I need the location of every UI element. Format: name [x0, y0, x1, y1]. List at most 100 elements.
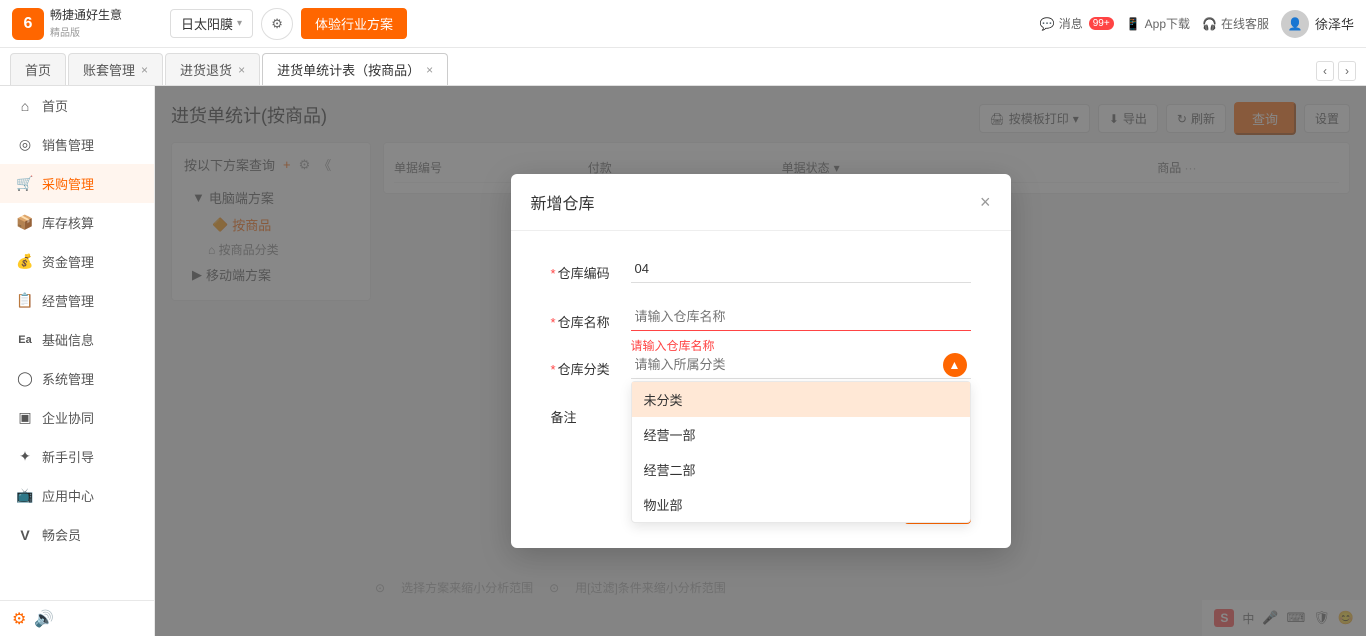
- sidebar-newbie-label: 新手引导: [42, 447, 94, 466]
- settings-button[interactable]: ⚙: [261, 8, 293, 40]
- name-label: 仓库名称: [551, 304, 631, 331]
- newbie-icon: ✦: [16, 448, 34, 466]
- sidebar-home-label: 首页: [42, 96, 68, 115]
- tab-bar: 首页 账套管理 × 进货退货 × 进货单统计表（按商品） × ‹ ›: [0, 48, 1366, 86]
- name-input[interactable]: [631, 303, 971, 331]
- sidebar-sales-label: 销售管理: [42, 135, 94, 154]
- tab-purchase-return-close[interactable]: ×: [238, 63, 245, 77]
- sidebar-appcenter-label: 应用中心: [42, 486, 94, 505]
- dropdown-item-2[interactable]: 经营二部: [632, 452, 970, 487]
- sidebar-inventory-label: 库存核算: [42, 213, 94, 232]
- tab-home[interactable]: 首页: [10, 53, 66, 85]
- category-dropdown: 未分类 经营一部 经营二部 物业部: [631, 381, 971, 523]
- app-download-button[interactable]: 📱 App下载: [1126, 15, 1190, 32]
- enterprise-icon: ▣: [16, 409, 34, 427]
- message-button[interactable]: 💬 消息 99+: [1040, 15, 1114, 32]
- logo-name: 畅捷通好生意: [50, 8, 122, 24]
- trial-button[interactable]: 体验行业方案: [301, 8, 407, 39]
- code-input[interactable]: [631, 255, 971, 283]
- dropdown-item-1[interactable]: 经营一部: [632, 417, 970, 452]
- tab-nav-buttons: ‹ ›: [1316, 61, 1356, 81]
- store-name: 日太阳膜: [181, 14, 233, 33]
- sidebar-gear-icon[interactable]: ⚙: [12, 609, 26, 629]
- sidebar-item-home[interactable]: ⌂ 首页: [0, 86, 154, 125]
- sidebar-finance-label: 资金管理: [42, 252, 94, 271]
- code-row: 仓库编码: [551, 255, 971, 283]
- user-area[interactable]: 👤 徐泽华: [1281, 10, 1354, 38]
- sidebar-item-finance[interactable]: 💰 资金管理: [0, 242, 154, 281]
- sidebar-system-label: 系统管理: [42, 369, 94, 388]
- sidebar-member-label: 畅会员: [42, 525, 81, 544]
- modal-overlay: 新增仓库 × 仓库编码 仓库名称 请输入仓库名称: [155, 86, 1366, 636]
- name-row: 仓库名称 请输入仓库名称: [551, 303, 971, 331]
- category-toggle-button[interactable]: ▲: [943, 353, 967, 377]
- logo-area: 6 畅捷通好生意 精品版: [12, 8, 162, 40]
- sidebar-basic-label: 基础信息: [42, 330, 94, 349]
- message-label: 消息: [1059, 15, 1083, 32]
- tab-account-label: 账套管理: [83, 60, 135, 79]
- tab-stats[interactable]: 进货单统计表（按商品） ×: [262, 53, 448, 85]
- tab-stats-label: 进货单统计表（按商品）: [277, 60, 420, 79]
- tab-purchase-return[interactable]: 进货退货 ×: [165, 53, 260, 85]
- tab-purchase-return-label: 进货退货: [180, 60, 232, 79]
- new-warehouse-dialog: 新增仓库 × 仓库编码 仓库名称 请输入仓库名称: [511, 174, 1011, 548]
- sidebar-item-enterprise[interactable]: ▣ 企业协同: [0, 398, 154, 437]
- sidebar-operation-label: 经营管理: [42, 291, 94, 310]
- code-label: 仓库编码: [551, 255, 631, 282]
- message-badge: 99+: [1089, 17, 1114, 30]
- sidebar-bottom: ⚙ 🔊: [0, 600, 155, 636]
- tab-nav-next[interactable]: ›: [1338, 61, 1356, 81]
- category-input[interactable]: [631, 351, 971, 379]
- sidebar-item-sales[interactable]: ◎ 销售管理: [0, 125, 154, 164]
- basic-icon: Ea: [16, 331, 34, 349]
- dropdown-item-3[interactable]: 物业部: [632, 487, 970, 522]
- sidebar-purchase-label: 采购管理: [42, 174, 94, 193]
- top-bar: 6 畅捷通好生意 精品版 日太阳膜 ▾ ⚙ 体验行业方案 💬 消息 99+ 📱 …: [0, 0, 1366, 48]
- home-icon: ⌂: [16, 97, 34, 115]
- tab-nav-prev[interactable]: ‹: [1316, 61, 1334, 81]
- tab-home-label: 首页: [25, 60, 51, 79]
- main-layout: ⌂ 首页 ◎ 销售管理 🛒 采购管理 📦 库存核算 💰 资金管理 📋 经营管理 …: [0, 86, 1366, 636]
- tab-account[interactable]: 账套管理 ×: [68, 53, 163, 85]
- app-label: App下载: [1145, 15, 1190, 32]
- sidebar-item-system[interactable]: ◯ 系统管理: [0, 359, 154, 398]
- sidebar-item-appcenter[interactable]: 📺 应用中心: [0, 476, 154, 515]
- operation-icon: 📋: [16, 292, 34, 310]
- store-chevron: ▾: [237, 18, 242, 29]
- sidebar-item-member[interactable]: V 畅会员: [0, 515, 154, 554]
- tab-account-close[interactable]: ×: [141, 63, 148, 77]
- headset-icon: 🎧: [1202, 17, 1217, 31]
- sidebar-item-operation[interactable]: 📋 经营管理: [0, 281, 154, 320]
- category-select-wrapper: ▲ 未分类 经营一部 经营二部 物业部: [631, 351, 971, 379]
- online-service-button[interactable]: 🎧 在线客服: [1202, 15, 1269, 32]
- sidebar-audio-icon[interactable]: 🔊: [34, 609, 54, 629]
- dialog-close-button[interactable]: ×: [980, 192, 991, 213]
- system-icon: ◯: [16, 370, 34, 388]
- dropdown-item-0[interactable]: 未分类: [632, 382, 970, 417]
- note-label: 备注: [551, 399, 631, 426]
- sidebar-item-purchase[interactable]: 🛒 采购管理: [0, 164, 154, 203]
- top-bar-actions: 💬 消息 99+ 📱 App下载 🎧 在线客服 👤 徐泽华: [1040, 10, 1354, 38]
- appcenter-icon: 📺: [16, 487, 34, 505]
- user-name: 徐泽华: [1315, 14, 1354, 33]
- content-area: 进货单统计(按商品) 🖨 按模板打印 ▾ ⬇ 导出 ↻ 刷新 查询 设置 按以下…: [155, 86, 1366, 636]
- inventory-icon: 📦: [16, 214, 34, 232]
- sidebar: ⌂ 首页 ◎ 销售管理 🛒 采购管理 📦 库存核算 💰 资金管理 📋 经营管理 …: [0, 86, 155, 636]
- avatar: 👤: [1281, 10, 1309, 38]
- category-row: 仓库分类 ▲ 未分类 经营一部 经营二部 物业部: [551, 351, 971, 379]
- sidebar-item-inventory[interactable]: 📦 库存核算: [0, 203, 154, 242]
- service-label: 在线客服: [1221, 15, 1269, 32]
- sidebar-item-basic[interactable]: Ea 基础信息: [0, 320, 154, 359]
- finance-icon: 💰: [16, 253, 34, 271]
- member-icon: V: [16, 526, 34, 544]
- store-selector[interactable]: 日太阳膜 ▾: [170, 9, 253, 38]
- sidebar-item-newbie[interactable]: ✦ 新手引导: [0, 437, 154, 476]
- dialog-header: 新增仓库 ×: [511, 174, 1011, 231]
- tab-stats-close[interactable]: ×: [426, 63, 433, 77]
- logo-icon: 6: [12, 8, 44, 40]
- sales-icon: ◎: [16, 136, 34, 154]
- phone-icon: 📱: [1126, 17, 1141, 31]
- dialog-body: 仓库编码 仓库名称 请输入仓库名称 仓库分类: [511, 231, 1011, 475]
- logo-sub: 精品版: [50, 24, 122, 39]
- message-icon: 💬: [1040, 17, 1055, 31]
